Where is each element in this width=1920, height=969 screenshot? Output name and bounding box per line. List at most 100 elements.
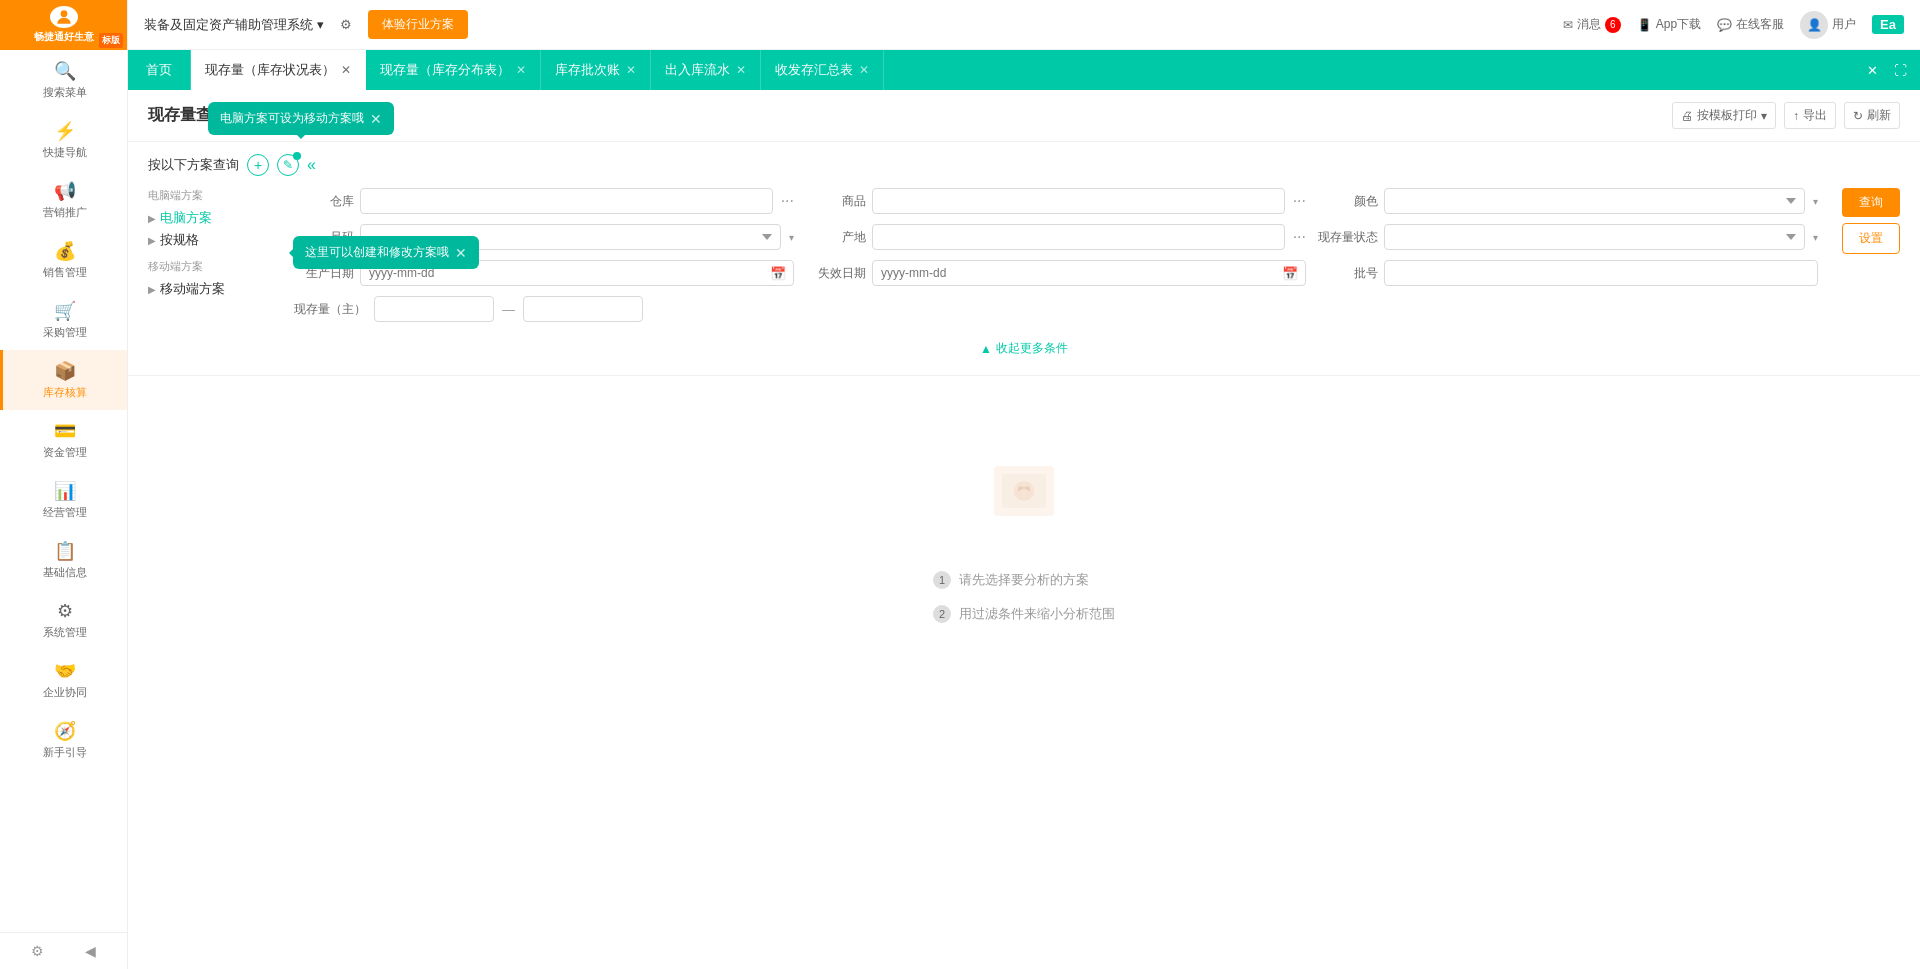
sidebar-collapse-btn[interactable]: ◀ [85,943,96,959]
origin-input-wrap [872,224,1285,250]
scheme-desktop-label: 电脑方案 [160,209,212,227]
system-settings-btn[interactable]: ⚙ [332,11,360,39]
refresh-btn[interactable]: ↻ 刷新 [1844,102,1900,129]
filter-back-btn[interactable]: « [307,156,316,174]
sidebar-label-basic: 基础信息 [43,565,87,580]
scheme-spec-label: 按规格 [160,231,199,249]
online-support-btn[interactable]: 💬 在线客服 [1717,16,1784,33]
scheme-item-spec[interactable]: ▶ 按规格 [148,229,278,251]
tooltip1-close-btn[interactable]: ✕ [370,111,382,127]
tooltip-scheme-text: 电脑方案可设为移动方案哦 [220,110,364,127]
sidebar-bottom: ⚙ ◀ [0,932,127,969]
sidebar-item-quick-nav[interactable]: ⚡ 快捷导航 [0,110,127,170]
scheme-item-mobile[interactable]: ▶ 移动端方案 [148,278,278,300]
filter-edit-scheme-btn[interactable]: ✎ [277,154,299,176]
tab-receipt-summary[interactable]: 收发存汇总表 ✕ [761,50,884,90]
tab-in-out-flow-close[interactable]: ✕ [736,63,746,77]
header-left: 装备及固定资产辅助管理系统 ▾ ⚙ 体验行业方案 [144,10,468,39]
message-btn[interactable]: ✉ 消息 6 [1563,16,1621,33]
tab-in-out-flow[interactable]: 出入库流水 ✕ [651,50,761,90]
user-btn[interactable]: 👤 用户 [1800,11,1856,39]
sidebar-item-search[interactable]: 🔍 搜索菜单 [0,50,127,110]
print-btn[interactable]: 🖨 按模板打印 ▾ [1672,102,1776,129]
origin-input[interactable] [872,224,1285,250]
expire-date-input[interactable] [872,260,1306,286]
sidebar-settings-btn[interactable]: ⚙ [31,943,44,959]
sidebar-item-finance[interactable]: 💳 资金管理 [0,410,127,470]
tab-batch-ledger[interactable]: 库存批次账 ✕ [541,50,651,90]
finance-icon: 💳 [54,420,76,442]
tooltip2-close-btn[interactable]: ✕ [455,245,467,261]
filter-add-scheme-btn[interactable]: + [247,154,269,176]
sidebar-item-marketing[interactable]: 📢 营销推广 [0,170,127,230]
tab-batch-ledger-label: 库存批次账 [555,61,620,79]
tab-inventory-dist-close[interactable]: ✕ [516,63,526,77]
trial-btn[interactable]: 体验行业方案 [368,10,468,39]
filter-origin: 产地 ··· [806,224,1306,250]
tab-fullscreen-btn[interactable]: ⛶ [1888,58,1912,82]
collapse-label: 收起更多条件 [996,340,1068,357]
ea-badge: Ea [1872,15,1904,34]
search-icon: 🔍 [54,60,76,82]
sidebar-label-guide: 新手引导 [43,745,87,760]
page-container: 现存量查询（按仓库+商品） 🖨 按模板打印 ▾ ↑ 导出 ↻ 刷新 [128,90,1920,969]
warehouse-dots[interactable]: ··· [781,192,794,210]
query-btn[interactable]: 查询 [1842,188,1900,217]
tab-home[interactable]: 首页 [128,50,191,90]
stock-status-dropdown-icon: ▾ [1813,232,1818,243]
inventory-icon: 📦 [54,360,76,382]
stock-qty-to-input[interactable] [523,296,643,322]
filter-color: 颜色 ▾ [1318,188,1818,214]
guide-icon: 🧭 [54,720,76,742]
sidebar-label-enterprise: 企业协同 [43,685,87,700]
stock-status-input-wrap [1384,224,1805,250]
stock-qty-from-input[interactable] [374,296,494,322]
tab-receipt-summary-close[interactable]: ✕ [859,63,869,77]
phone-icon: 📱 [1637,18,1652,32]
app-download-label: App下载 [1656,16,1701,33]
sidebar-item-guide[interactable]: 🧭 新手引导 [0,710,127,770]
empty-step-2: 2 用过滤条件来缩小分析范围 [933,605,1115,623]
export-btn[interactable]: ↑ 导出 [1784,102,1836,129]
scheme-arrow-icon3: ▶ [148,284,156,295]
tab-inventory-status-close[interactable]: ✕ [341,63,351,77]
app-download-btn[interactable]: 📱 App下载 [1637,16,1701,33]
desktop-scheme-header: 电脑端方案 [148,188,278,203]
export-label: 导出 [1803,107,1827,124]
batch-input[interactable] [1384,260,1818,286]
collapse-filter-btn[interactable]: ▲ 收起更多条件 [148,334,1900,363]
filter-main-row: 电脑端方案 ▶ 电脑方案 ▶ 按规格 移动端方案 ▶ 移动端方案 [148,188,1900,326]
collapse-arrow-icon: ▲ [980,342,992,356]
sidebar-item-system[interactable]: ⚙ 系统管理 [0,590,127,650]
stock-status-select[interactable] [1384,224,1805,250]
warehouse-label: 仓库 [294,193,354,210]
origin-dots[interactable]: ··· [1293,228,1306,246]
color-select[interactable] [1384,188,1805,214]
sidebar-item-enterprise[interactable]: 🤝 企业协同 [0,650,127,710]
tab-close-all-btn[interactable]: ✕ [1860,58,1884,82]
scheme-item-desktop[interactable]: ▶ 电脑方案 [148,207,278,229]
tab-batch-ledger-close[interactable]: ✕ [626,63,636,77]
tab-inventory-status[interactable]: 现存量（库存状况表） ✕ [191,50,366,90]
svg-point-0 [60,10,67,17]
batch-input-wrap [1384,260,1818,286]
step-2-text: 用过滤条件来缩小分析范围 [959,605,1115,623]
goods-input[interactable] [872,188,1285,214]
message-label: 消息 [1577,16,1601,33]
sidebar-item-operation[interactable]: 📊 经营管理 [0,470,127,530]
home-tab-label: 首页 [146,61,172,79]
goods-dots[interactable]: ··· [1293,192,1306,210]
batch-label: 批号 [1318,265,1378,282]
empty-steps: 1 请先选择要分析的方案 2 用过滤条件来缩小分析范围 [933,571,1115,631]
tab-inventory-dist[interactable]: 现存量（库存分布表） ✕ [366,50,541,90]
refresh-icon: ↻ [1853,109,1863,123]
tab-in-out-flow-label: 出入库流水 [665,61,730,79]
sidebar-item-purchase[interactable]: 🛒 采购管理 [0,290,127,350]
sidebar-item-sales[interactable]: 💰 销售管理 [0,230,127,290]
setup-btn[interactable]: 设置 [1842,223,1900,254]
sidebar-label-purchase: 采购管理 [43,325,87,340]
sidebar-item-basic[interactable]: 📋 基础信息 [0,530,127,590]
system-name-selector[interactable]: 装备及固定资产辅助管理系统 ▾ [144,16,324,34]
sidebar-item-inventory[interactable]: 📦 库存核算 [0,350,127,410]
warehouse-input[interactable] [360,188,773,214]
